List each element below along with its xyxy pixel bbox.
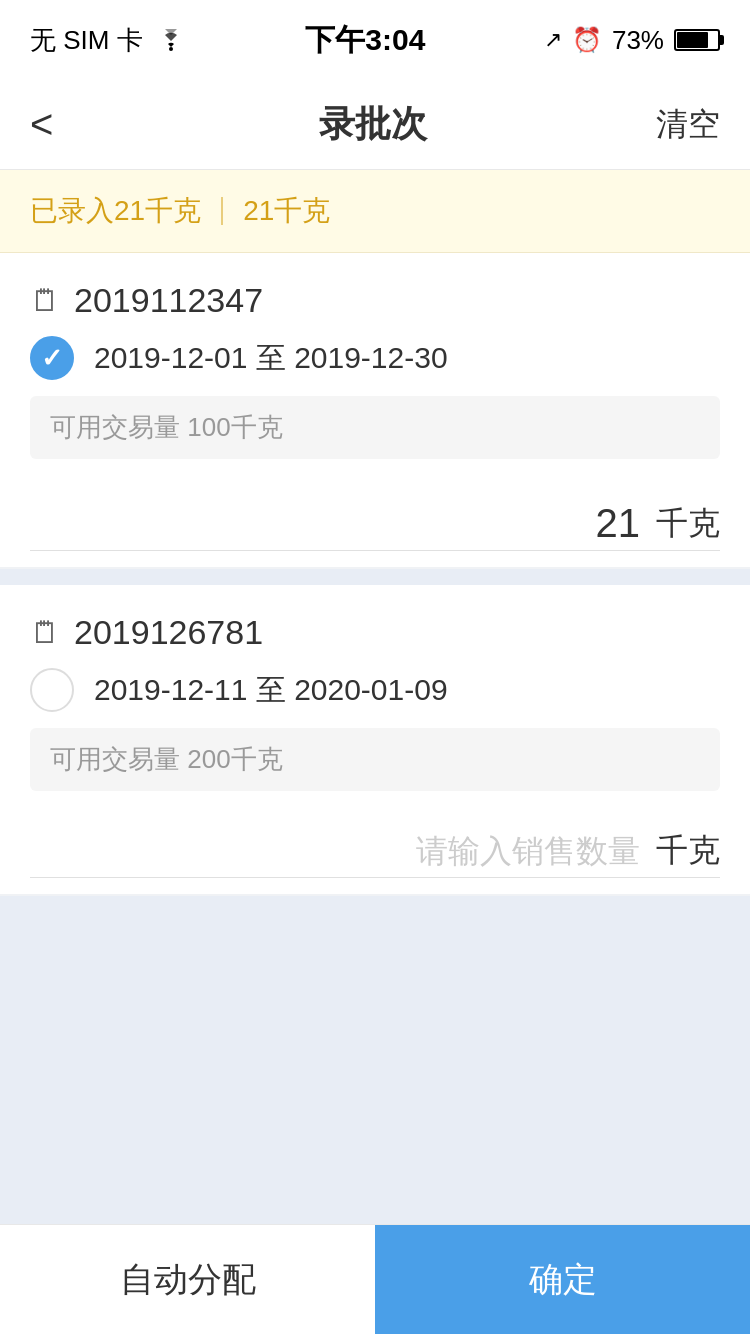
radio-btn-2[interactable]	[30, 668, 74, 712]
info-value: 21千克	[243, 192, 330, 230]
status-bar: 无 SIM 卡 下午3:04 ↗ ⏰ 73%	[0, 0, 750, 80]
batch-icon-2: 🗒	[30, 616, 60, 650]
batch-date-row-1: 2019-12-01 至 2019-12-30	[0, 332, 750, 396]
status-time: 下午3:04	[305, 20, 425, 61]
availability-bar-1: 可用交易量 100千克	[30, 396, 720, 459]
batch-date-row-2: 2019-12-11 至 2020-01-09	[0, 664, 750, 728]
nav-bar: < 录批次 清空	[0, 80, 750, 170]
batch-card-2: 🗒 2019126781 2019-12-11 至 2020-01-09 可用交…	[0, 585, 750, 894]
availability-text-2: 可用交易量 200千克	[50, 744, 283, 774]
quantity-input-row: 千克	[0, 815, 750, 877]
availability-bar-2: 可用交易量 200千克	[30, 728, 720, 791]
info-divider	[221, 197, 223, 225]
info-label: 已录入21千克	[30, 192, 201, 230]
page-title: 录批次	[319, 100, 427, 149]
status-right: ↗ ⏰ 73%	[544, 25, 720, 56]
batch-id-1: 2019112347	[74, 281, 263, 320]
svg-point-0	[169, 47, 173, 51]
batch-header-1: 🗒 2019112347	[0, 253, 750, 332]
batch-date-2: 2019-12-11 至 2020-01-09	[94, 670, 448, 711]
batch-id-2: 2019126781	[74, 613, 263, 652]
confirm-button[interactable]: 确定	[375, 1225, 750, 1334]
card-spacer-1	[0, 551, 750, 567]
wifi-icon	[155, 29, 187, 51]
card-spacer-2	[0, 878, 750, 894]
info-banner: 已录入21千克 21千克	[0, 170, 750, 253]
quantity-unit-1: 千克	[656, 502, 720, 546]
clear-button[interactable]: 清空	[656, 103, 720, 147]
location-icon: ↗	[544, 27, 562, 53]
status-left: 无 SIM 卡	[30, 23, 187, 58]
batch-header-2: 🗒 2019126781	[0, 585, 750, 664]
battery-percent: 73%	[612, 25, 664, 56]
quantity-unit-2: 千克	[656, 829, 720, 873]
alarm-icon: ⏰	[572, 26, 602, 54]
availability-text-1: 可用交易量 100千克	[50, 412, 283, 442]
quantity-input[interactable]	[340, 833, 640, 870]
batch-date-1: 2019-12-01 至 2019-12-30	[94, 338, 448, 379]
quantity-value: 21	[596, 501, 641, 546]
batch-icon-1: 🗒	[30, 284, 60, 318]
auto-distribute-button[interactable]: 自动分配	[0, 1225, 375, 1334]
bottom-bar: 自动分配 确定	[0, 1224, 750, 1334]
radio-btn-1[interactable]	[30, 336, 74, 380]
section-divider	[0, 569, 750, 585]
batch-card-1: 🗒 2019112347 2019-12-01 至 2019-12-30 可用交…	[0, 253, 750, 567]
quantity-display-row: 21 千克	[0, 483, 750, 550]
carrier-text: 无 SIM 卡	[30, 23, 143, 58]
battery-icon	[674, 29, 720, 51]
back-button[interactable]: <	[30, 102, 90, 147]
